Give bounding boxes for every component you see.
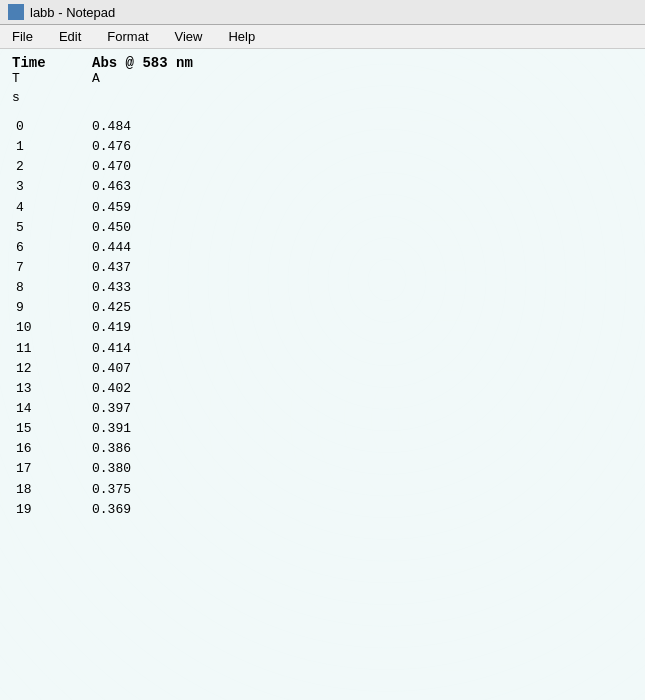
- abs-value: 0.425: [92, 298, 131, 318]
- table-row: 50.450: [12, 218, 633, 238]
- time-value: 11: [12, 339, 92, 359]
- time-value: 10: [12, 318, 92, 338]
- abs-value: 0.407: [92, 359, 131, 379]
- table-row: 180.375: [12, 480, 633, 500]
- time-value: 8: [12, 278, 92, 298]
- table-row: 110.414: [12, 339, 633, 359]
- table-row: 10.476: [12, 137, 633, 157]
- unit-row: s: [12, 90, 633, 105]
- table-row: 140.397: [12, 399, 633, 419]
- time-value: 18: [12, 480, 92, 500]
- data-table: 00.48410.47620.47030.46340.45950.45060.4…: [12, 117, 633, 520]
- menu-bar: File Edit Format View Help: [0, 25, 645, 49]
- table-row: 60.444: [12, 238, 633, 258]
- time-value: 9: [12, 298, 92, 318]
- table-row: 120.407: [12, 359, 633, 379]
- abs-value: 0.476: [92, 137, 131, 157]
- sub-header-row: T A: [12, 71, 633, 86]
- time-value: 5: [12, 218, 92, 238]
- table-row: 130.402: [12, 379, 633, 399]
- time-value: 0: [12, 117, 92, 137]
- abs-value: 0.437: [92, 258, 131, 278]
- table-row: 150.391: [12, 419, 633, 439]
- time-unit: s: [12, 90, 92, 105]
- table-row: 80.433: [12, 278, 633, 298]
- table-row: 170.380: [12, 459, 633, 479]
- menu-file[interactable]: File: [8, 28, 37, 45]
- abs-value: 0.386: [92, 439, 131, 459]
- window-title: labb - Notepad: [30, 5, 115, 20]
- time-value: 7: [12, 258, 92, 278]
- text-content[interactable]: Time Abs @ 583 nm T A s 00.48410.47620.4…: [0, 49, 645, 700]
- time-column-header: Time: [12, 55, 92, 71]
- time-value: 6: [12, 238, 92, 258]
- time-value: 15: [12, 419, 92, 439]
- menu-help[interactable]: Help: [224, 28, 259, 45]
- table-row: 30.463: [12, 177, 633, 197]
- abs-value: 0.397: [92, 399, 131, 419]
- abs-value: 0.391: [92, 419, 131, 439]
- time-value: 12: [12, 359, 92, 379]
- table-row: 160.386: [12, 439, 633, 459]
- menu-view[interactable]: View: [171, 28, 207, 45]
- abs-value: 0.380: [92, 459, 131, 479]
- notepad-icon: [8, 4, 24, 20]
- abs-value: 0.414: [92, 339, 131, 359]
- menu-edit[interactable]: Edit: [55, 28, 85, 45]
- notepad-window: labb - Notepad File Edit Format View Hel…: [0, 0, 645, 700]
- time-value: 17: [12, 459, 92, 479]
- time-unit-label: T: [12, 71, 92, 86]
- time-value: 13: [12, 379, 92, 399]
- abs-value: 0.444: [92, 238, 131, 258]
- abs-value: 0.450: [92, 218, 131, 238]
- table-row: 20.470: [12, 157, 633, 177]
- table-row: 90.425: [12, 298, 633, 318]
- title-bar: labb - Notepad: [0, 0, 645, 25]
- time-value: 16: [12, 439, 92, 459]
- table-row: 00.484: [12, 117, 633, 137]
- table-row: 100.419: [12, 318, 633, 338]
- abs-value: 0.463: [92, 177, 131, 197]
- abs-value: 0.375: [92, 480, 131, 500]
- abs-value: 0.369: [92, 500, 131, 520]
- abs-column-header: Abs @ 583 nm: [92, 55, 193, 71]
- abs-value: 0.402: [92, 379, 131, 399]
- table-row: 70.437: [12, 258, 633, 278]
- abs-value: 0.459: [92, 198, 131, 218]
- time-value: 3: [12, 177, 92, 197]
- time-value: 19: [12, 500, 92, 520]
- abs-unit-label: A: [92, 71, 100, 86]
- abs-value: 0.470: [92, 157, 131, 177]
- table-row: 190.369: [12, 500, 633, 520]
- abs-value: 0.484: [92, 117, 131, 137]
- time-value: 1: [12, 137, 92, 157]
- menu-format[interactable]: Format: [103, 28, 152, 45]
- time-value: 2: [12, 157, 92, 177]
- spacer: [12, 109, 633, 117]
- abs-value: 0.419: [92, 318, 131, 338]
- table-row: 40.459: [12, 198, 633, 218]
- time-value: 4: [12, 198, 92, 218]
- column-headers: Time Abs @ 583 nm: [12, 55, 633, 71]
- abs-value: 0.433: [92, 278, 131, 298]
- time-value: 14: [12, 399, 92, 419]
